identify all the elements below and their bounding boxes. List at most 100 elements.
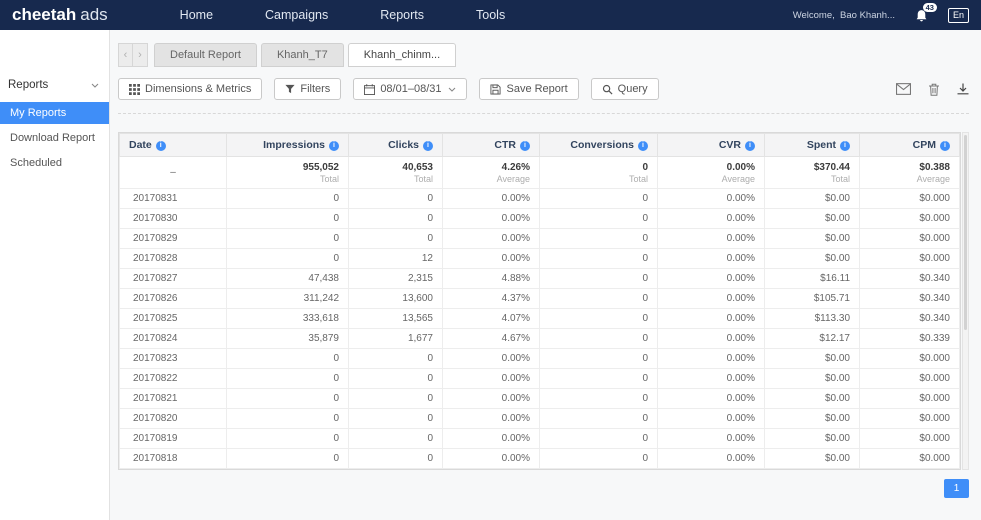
column-header-conversions[interactable]: Conversions i xyxy=(539,133,658,157)
chevron-down-icon xyxy=(448,87,456,92)
tab-scroll-right-icon[interactable]: › xyxy=(133,43,148,67)
value-cell: 0.00% xyxy=(442,228,540,249)
value-cell: 0.00% xyxy=(657,308,765,329)
value-cell: 0 xyxy=(226,448,349,469)
value-cell: 0.00% xyxy=(657,248,765,269)
summary-cell: 0 Total xyxy=(539,156,658,189)
table-row: 20170825 333,618 13,565 4.07% 0 0.00% $113.30 $… xyxy=(119,308,960,329)
value-cell: 0 xyxy=(348,368,443,389)
page-1-button[interactable]: 1 xyxy=(944,479,969,498)
tab-khanh-t7[interactable]: Khanh_T7 xyxy=(260,43,344,67)
value-cell: 0 xyxy=(348,208,443,229)
dimensions-metrics-button[interactable]: Dimensions & Metrics xyxy=(118,78,263,100)
info-icon[interactable]: i xyxy=(745,141,755,151)
value-cell: 0.00% xyxy=(442,248,540,269)
value-cell: 0 xyxy=(226,428,349,449)
summary-cell: 955,052 Total xyxy=(226,156,349,189)
delete-report-icon[interactable] xyxy=(928,83,940,96)
brand-logo[interactable]: cheetah ads xyxy=(12,5,108,25)
info-icon[interactable]: i xyxy=(520,141,530,151)
date-cell: 20170828 xyxy=(119,248,227,269)
email-report-icon[interactable] xyxy=(896,83,911,95)
column-header-impressions[interactable]: Impressions i xyxy=(226,133,349,157)
language-selector[interactable]: En xyxy=(947,7,969,23)
tab-scroll-left-icon[interactable]: ‹ xyxy=(118,43,133,67)
sidebar-item-download-report[interactable]: Download Report xyxy=(0,127,109,149)
save-report-button[interactable]: Save Report xyxy=(479,78,579,100)
value-cell: 0 xyxy=(539,248,658,269)
download-report-icon[interactable] xyxy=(957,83,969,95)
nav-home[interactable]: Home xyxy=(180,8,213,22)
column-header-spent[interactable]: Spent i xyxy=(764,133,860,157)
info-icon[interactable]: i xyxy=(840,141,850,151)
value-cell: 13,600 xyxy=(348,288,443,309)
info-icon[interactable]: i xyxy=(940,141,950,151)
value-cell: 0 xyxy=(539,388,658,409)
value-cell: 0 xyxy=(348,388,443,409)
date-range-button[interactable]: 08/01–08/31 xyxy=(353,78,468,100)
chevron-down-icon xyxy=(91,83,99,88)
summary-aggregation-label: Total xyxy=(830,173,850,184)
notification-badge: 43 xyxy=(922,2,937,12)
column-label: CVR xyxy=(718,139,741,151)
query-button[interactable]: Query xyxy=(590,78,659,100)
value-cell: 4.37% xyxy=(442,288,540,309)
table-row: 20170830 0 0 0.00% 0 0.00% $0.00 $0.000 xyxy=(119,208,960,229)
date-cell: 20170820 xyxy=(119,408,227,429)
value-cell: 0 xyxy=(348,448,443,469)
table-row: 20170819 0 0 0.00% 0 0.00% $0.00 $0.000 xyxy=(119,428,960,449)
calendar-icon xyxy=(364,83,376,95)
vertical-scrollbar[interactable] xyxy=(962,132,969,470)
date-cell: 20170819 xyxy=(119,428,227,449)
tab-default-report[interactable]: Default Report xyxy=(154,43,257,67)
summary-cell: $370.44 Total xyxy=(764,156,860,189)
column-header-cvr[interactable]: CVR i xyxy=(657,133,765,157)
value-cell: 0 xyxy=(226,388,349,409)
value-cell: 1,677 xyxy=(348,328,443,349)
date-cell: 20170825 xyxy=(119,308,227,329)
filters-button[interactable]: Filters xyxy=(274,78,342,100)
nav-reports[interactable]: Reports xyxy=(380,8,424,22)
column-label: Conversions xyxy=(570,139,634,151)
filters-label: Filters xyxy=(300,83,331,95)
value-cell: 12 xyxy=(348,248,443,269)
column-header-ctr[interactable]: CTR i xyxy=(442,133,540,157)
value-cell: 0 xyxy=(226,408,349,429)
summary-cell: 4.26% Average xyxy=(442,156,540,189)
table-row: 20170818 0 0 0.00% 0 0.00% $0.00 $0.000 xyxy=(119,448,960,469)
summary-value: 0.00% xyxy=(726,161,755,173)
value-cell: $0.00 xyxy=(764,188,860,209)
info-icon[interactable]: i xyxy=(423,141,433,151)
value-cell: 0 xyxy=(226,188,349,209)
summary-value: $0.388 xyxy=(919,161,950,173)
notifications-bell-icon[interactable]: 43 xyxy=(915,2,937,22)
value-cell: $0.000 xyxy=(859,428,960,449)
search-icon xyxy=(602,84,613,95)
value-cell: $0.000 xyxy=(859,248,960,269)
save-icon xyxy=(490,83,502,95)
table-body: 20170831 0 0 0.00% 0 0.00% $0.00 $0.000 20170830… xyxy=(119,188,960,469)
value-cell: 0.00% xyxy=(657,328,765,349)
info-icon[interactable]: i xyxy=(329,141,339,151)
column-header-date[interactable]: Date i xyxy=(119,133,227,157)
nav-tools[interactable]: Tools xyxy=(476,8,505,22)
scrollbar-thumb[interactable] xyxy=(964,135,967,330)
table-row: 20170829 0 0 0.00% 0 0.00% $0.00 $0.000 xyxy=(119,228,960,249)
sidebar-item-scheduled[interactable]: Scheduled xyxy=(0,152,109,174)
column-header-clicks[interactable]: Clicks i xyxy=(348,133,443,157)
sidebar-section-reports[interactable]: Reports xyxy=(0,74,109,96)
date-range-label: 08/01–08/31 xyxy=(380,83,442,95)
info-icon[interactable]: i xyxy=(638,141,648,151)
sidebar-item-my-reports[interactable]: My Reports xyxy=(0,102,109,124)
info-icon[interactable]: i xyxy=(155,141,166,151)
value-cell: $0.00 xyxy=(764,208,860,229)
value-cell: $0.00 xyxy=(764,448,860,469)
summary-value: 0 xyxy=(642,161,648,173)
summary-cell: 0.00% Average xyxy=(657,156,765,189)
tab-khanh-chinm[interactable]: Khanh_chinm... xyxy=(347,43,457,67)
main-content: ‹ › Default Report Khanh_T7 Khanh_chinm.… xyxy=(110,30,981,520)
value-cell: 0.00% xyxy=(442,368,540,389)
column-header-cpm[interactable]: CPM i xyxy=(859,133,960,157)
date-cell: 20170826 xyxy=(119,288,227,309)
nav-campaigns[interactable]: Campaigns xyxy=(265,8,328,22)
